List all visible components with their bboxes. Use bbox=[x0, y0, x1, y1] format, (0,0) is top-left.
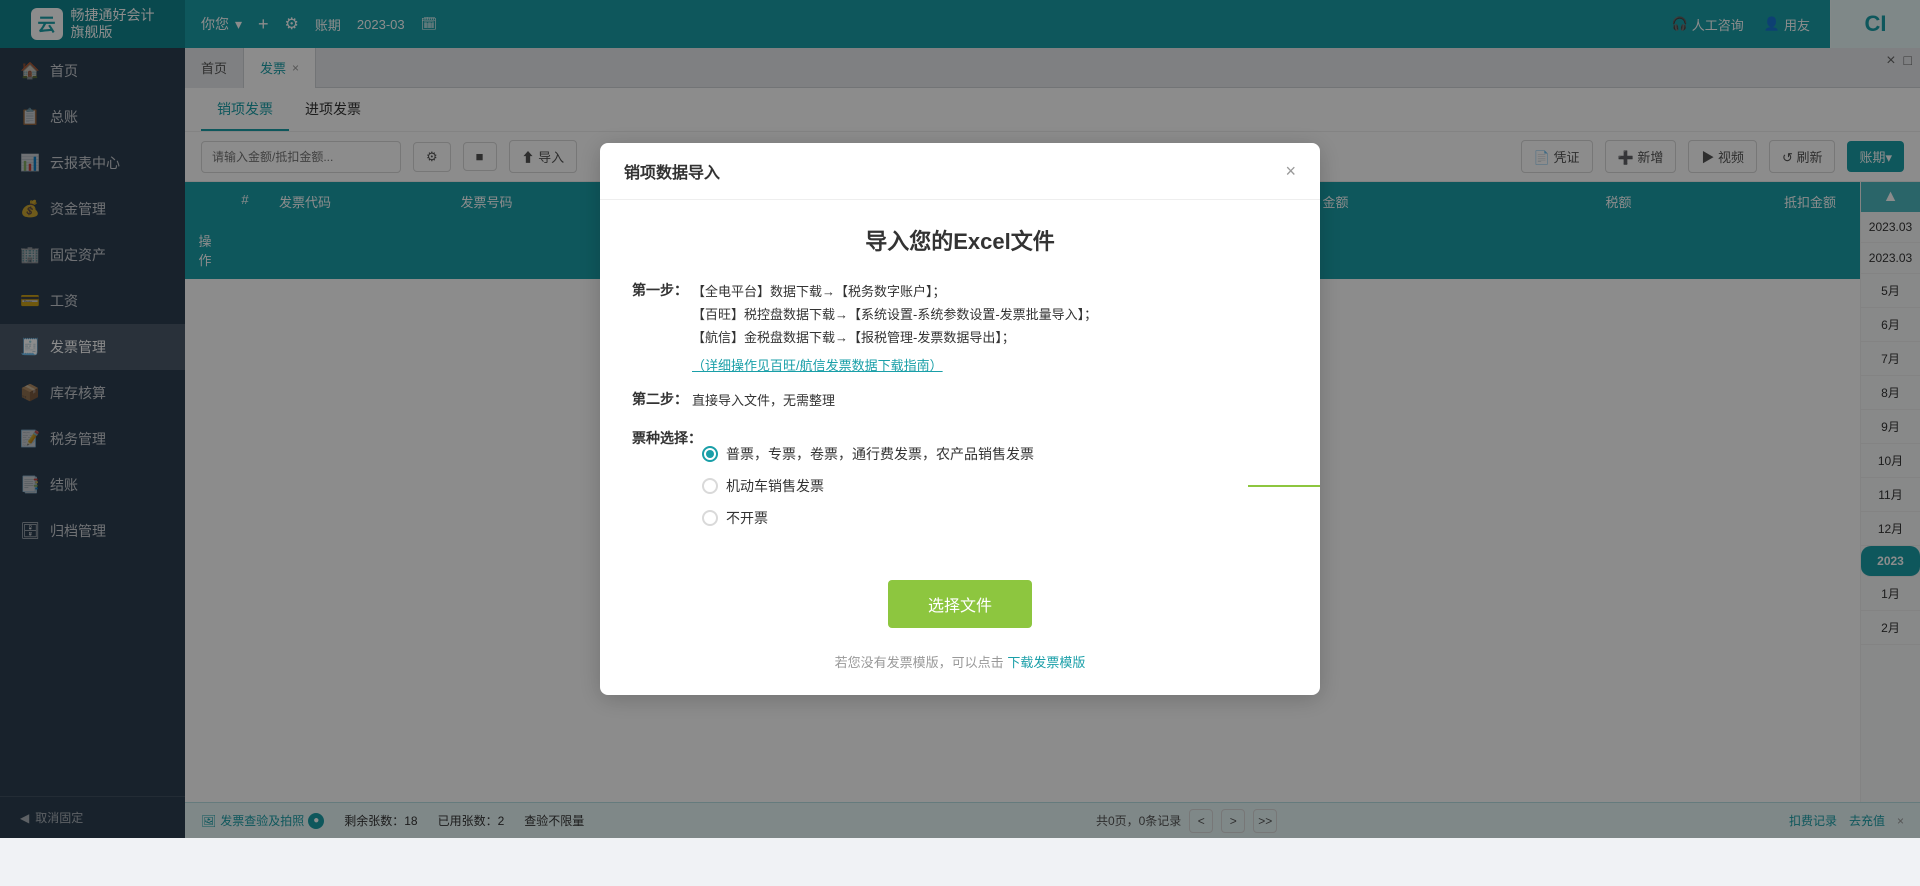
step1-line1: 【全电平台】数据下载→【税务数字账户】； bbox=[692, 280, 1288, 303]
step1-row: 第一步： 【全电平台】数据下载→【税务数字账户】； 【百旺】税控盘数据下载→【系… bbox=[632, 280, 1288, 378]
radio-circle-1 bbox=[702, 446, 718, 462]
modal-close-btn[interactable]: × bbox=[1285, 162, 1296, 180]
radio-group: 普票，专票，卷票，通行费发票，农产品销售发票 机动车销售发票 现在支持的票种多了… bbox=[702, 444, 1288, 540]
modal-header: 销项数据导入 × bbox=[600, 143, 1320, 200]
modal-body: 导入您的Excel文件 第一步： 【全电平台】数据下载→【税务数字账户】； 【百… bbox=[600, 200, 1320, 696]
modal-main-title: 导入您的Excel文件 bbox=[632, 224, 1288, 256]
step2-row: 第二步： 直接导入文件，无需整理 bbox=[632, 389, 1288, 412]
radio-opt1[interactable]: 普票，专票，卷票，通行费发票，农产品销售发票 bbox=[702, 444, 1288, 464]
step2-label: 第二步： bbox=[632, 389, 692, 412]
step1-label: 第一步： bbox=[632, 280, 692, 378]
step2-content: 直接导入文件，无需整理 bbox=[692, 389, 1288, 412]
step1-link: （详细操作见百旺/航信发票数据下载指南） bbox=[692, 354, 1288, 377]
modal-overlay: 销项数据导入 × 导入您的Excel文件 第一步： 【全电平台】数据下载→【税务… bbox=[0, 0, 1920, 838]
select-file-btn[interactable]: 选择文件 bbox=[888, 580, 1032, 628]
modal-dialog: 销项数据导入 × 导入您的Excel文件 第一步： 【全电平台】数据下载→【税务… bbox=[600, 143, 1320, 696]
step1-guide-link[interactable]: （详细操作见百旺/航信发票数据下载指南） bbox=[692, 358, 943, 373]
tooltip-line bbox=[1248, 485, 1320, 487]
radio-circle-3 bbox=[702, 510, 718, 526]
step1-content: 【全电平台】数据下载→【税务数字账户】； 【百旺】税控盘数据下载→【系统设置-系… bbox=[692, 280, 1288, 378]
ticket-label: 票种选择： bbox=[632, 428, 702, 448]
radio-opt3[interactable]: 不开票 bbox=[702, 508, 1288, 528]
step1-line3: 【航信】金税盘数据下载→【报税管理-发票数据导出】； bbox=[692, 326, 1288, 349]
modal-title: 销项数据导入 bbox=[624, 159, 720, 183]
radio-circle-2 bbox=[702, 478, 718, 494]
step1-line2: 【百旺】税控盘数据下载→【系统设置-系统参数设置-发票批量导入】； bbox=[692, 303, 1288, 326]
modal-footer-text: 若您没有发票模版，可以点击 下载发票模版 bbox=[632, 652, 1288, 671]
radio-opt2[interactable]: 机动车销售发票 现在支持的票种多了，导入发票时别忘了选择正确的发票类型呀! × bbox=[702, 476, 1288, 496]
ticket-selection-row: 票种选择： 普票，专票，卷票，通行费发票，农产品销售发票 机动车销售发票 bbox=[632, 428, 1288, 556]
download-template-link[interactable]: 下载发票模版 bbox=[1007, 655, 1085, 670]
